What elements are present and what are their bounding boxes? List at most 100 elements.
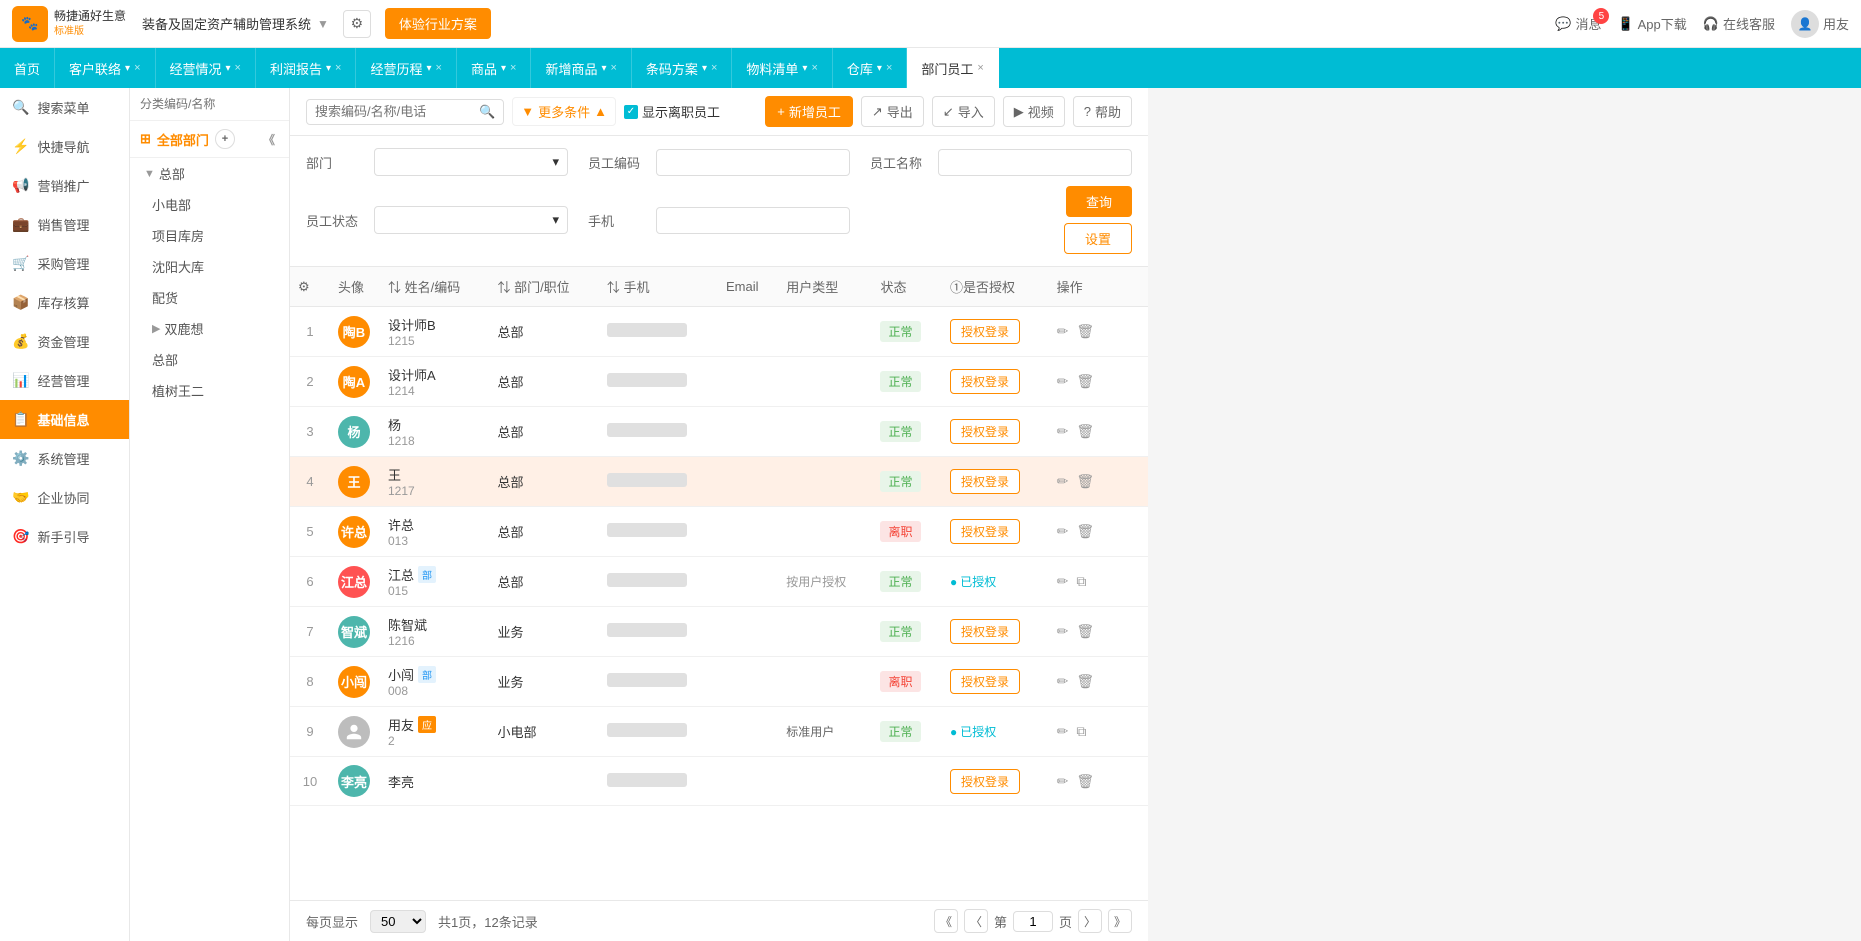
first-page-button[interactable]: 《 (934, 909, 958, 933)
prev-page-button[interactable]: 〈 (964, 909, 988, 933)
dept-item-general[interactable]: ▼ 总部 (130, 158, 289, 189)
sidebar-item-finance[interactable]: 💰 资金管理 (0, 322, 129, 361)
delete-icon[interactable]: 🗑 (1076, 423, 1094, 440)
edit-icon[interactable]: ✏ (1057, 373, 1069, 390)
auth-button[interactable]: 授权登录 (950, 619, 1020, 644)
sidebar-item-search[interactable]: 🔍 搜索菜单 (0, 88, 129, 127)
sidebar-item-basic[interactable]: 📋 基础信息 (0, 400, 129, 439)
tab-barcode[interactable]: 条码方案▾× (632, 48, 732, 88)
export-button[interactable]: ↗ 导出 (861, 96, 924, 127)
dept-item-small-elec[interactable]: 小电部 (130, 189, 289, 220)
sidebar-item-coop[interactable]: 🤝 企业协同 (0, 478, 129, 517)
tab-profit[interactable]: 利润报告▾× (256, 48, 356, 88)
edit-icon[interactable]: ✏ (1057, 473, 1069, 490)
auth-button[interactable]: 授权登录 (950, 319, 1020, 344)
last-page-button[interactable]: 》 (1108, 909, 1132, 933)
page-number-input[interactable] (1013, 911, 1053, 932)
more-filter-button[interactable]: ▼ 更多条件 ▲ (512, 97, 616, 126)
close-icon[interactable]: × (335, 62, 341, 74)
collapse-button[interactable]: 《 (259, 129, 279, 149)
sidebar-item-shortcut[interactable]: ⚡ 快捷导航 (0, 127, 129, 166)
tab-employee[interactable]: 部门员工× (907, 48, 998, 88)
dept-search-input[interactable] (140, 97, 295, 111)
tab-warehouse[interactable]: 仓库▾× (833, 48, 907, 88)
gear-button[interactable]: ⚙ (343, 10, 371, 38)
trial-button[interactable]: 体验行业方案 (385, 8, 491, 39)
close-icon[interactable]: × (610, 62, 616, 74)
sidebar-item-purchase[interactable]: 🛒 采购管理 (0, 244, 129, 283)
edit-icon[interactable]: ✏ (1057, 723, 1069, 740)
phone-input[interactable] (656, 207, 850, 234)
page-size-select[interactable]: 50 20 100 (370, 910, 426, 933)
edit-icon[interactable]: ✏ (1057, 523, 1069, 540)
online-service-button[interactable]: 🎧 在线客服 (1703, 14, 1775, 33)
tab-operations[interactable]: 经营情况▾× (156, 48, 256, 88)
search-button[interactable]: 查询 (1066, 186, 1132, 217)
delete-icon[interactable]: 🗑 (1076, 673, 1094, 690)
tab-customer[interactable]: 客户联络▾× (55, 48, 155, 88)
delete-icon[interactable]: 🗑 (1076, 523, 1094, 540)
dept-item-distribution[interactable]: 配货 (130, 282, 289, 313)
delete-icon[interactable]: 🗑 (1076, 623, 1094, 640)
show-resigned-checkbox[interactable]: ✓ 显示离职员工 (624, 102, 720, 121)
delete-icon[interactable]: 🗑 (1076, 773, 1094, 790)
auth-button[interactable]: 授权登录 (950, 669, 1020, 694)
dept-item-hq[interactable]: 总部 (130, 344, 289, 375)
tab-history[interactable]: 经营历程▾× (356, 48, 456, 88)
auth-button[interactable]: 授权登录 (950, 369, 1020, 394)
tab-bom[interactable]: 物料清单▾× (732, 48, 832, 88)
help-button[interactable]: ? 帮助 (1073, 96, 1132, 127)
tab-home[interactable]: 首页 (0, 48, 55, 88)
sidebar-item-guide[interactable]: 🎯 新手引导 (0, 517, 129, 556)
emp-code-input[interactable] (656, 149, 850, 176)
add-employee-button[interactable]: + 新增员工 (765, 96, 853, 127)
add-dept-button[interactable]: + (215, 129, 235, 149)
sidebar-item-system[interactable]: ⚙️ 系统管理 (0, 439, 129, 478)
edit-icon[interactable]: ✏ (1057, 623, 1069, 640)
sidebar-item-sales[interactable]: 💼 销售管理 (0, 205, 129, 244)
copy-icon[interactable]: ⧉ (1076, 723, 1086, 740)
delete-icon[interactable]: 🗑 (1076, 373, 1094, 390)
user-menu[interactable]: 👤 用友 (1791, 10, 1849, 38)
edit-icon[interactable]: ✏ (1057, 673, 1069, 690)
edit-icon[interactable]: ✏ (1057, 773, 1069, 790)
emp-status-select[interactable]: ▾ (374, 206, 568, 234)
settings-icon[interactable]: ⚙ (298, 279, 310, 294)
close-icon[interactable]: × (886, 62, 892, 74)
set-button[interactable]: 设置 (1064, 223, 1132, 254)
view-button[interactable]: ▶ 视频 (1003, 96, 1065, 127)
emp-name-input[interactable] (938, 149, 1132, 176)
next-page-button[interactable]: 〉 (1078, 909, 1102, 933)
close-icon[interactable]: × (510, 62, 516, 74)
app-download-button[interactable]: 📱 App下载 (1617, 14, 1686, 33)
auth-button[interactable]: 授权登录 (950, 519, 1020, 544)
sidebar-item-marketing[interactable]: 📢 营销推广 (0, 166, 129, 205)
search-input[interactable] (315, 104, 475, 119)
delete-icon[interactable]: 🗑 (1076, 473, 1094, 490)
tab-goods[interactable]: 商品▾× (457, 48, 531, 88)
message-button[interactable]: 💬 消息 5 (1555, 14, 1601, 33)
import-button[interactable]: ↙ 导入 (932, 96, 995, 127)
dept-item-project[interactable]: 项目库房 (130, 220, 289, 251)
close-icon[interactable]: × (134, 62, 140, 74)
auth-button[interactable]: 授权登录 (950, 469, 1020, 494)
close-icon[interactable]: × (711, 62, 717, 74)
close-icon[interactable]: × (235, 62, 241, 74)
auth-button[interactable]: 授权登录 (950, 769, 1020, 794)
title-dropdown-arrow[interactable]: ▼ (317, 17, 329, 31)
dept-select[interactable]: ▾ (374, 148, 568, 176)
sidebar-item-operations[interactable]: 📊 经营管理 (0, 361, 129, 400)
dept-item-zhishu[interactable]: 植树王二 (130, 375, 289, 406)
edit-icon[interactable]: ✏ (1057, 573, 1069, 590)
copy-icon[interactable]: ⧉ (1076, 573, 1086, 590)
close-icon[interactable]: × (436, 62, 442, 74)
edit-icon[interactable]: ✏ (1057, 323, 1069, 340)
sidebar-item-inventory[interactable]: 📦 库存核算 (0, 283, 129, 322)
tab-add-goods[interactable]: 新增商品▾× (531, 48, 631, 88)
dept-item-shuanglu[interactable]: ▶ 双鹿想 (130, 313, 289, 344)
close-icon[interactable]: × (977, 62, 983, 74)
auth-button[interactable]: 授权登录 (950, 419, 1020, 444)
delete-icon[interactable]: 🗑 (1076, 323, 1094, 340)
dept-item-shenyang[interactable]: 沈阳大库 (130, 251, 289, 282)
edit-icon[interactable]: ✏ (1057, 423, 1069, 440)
